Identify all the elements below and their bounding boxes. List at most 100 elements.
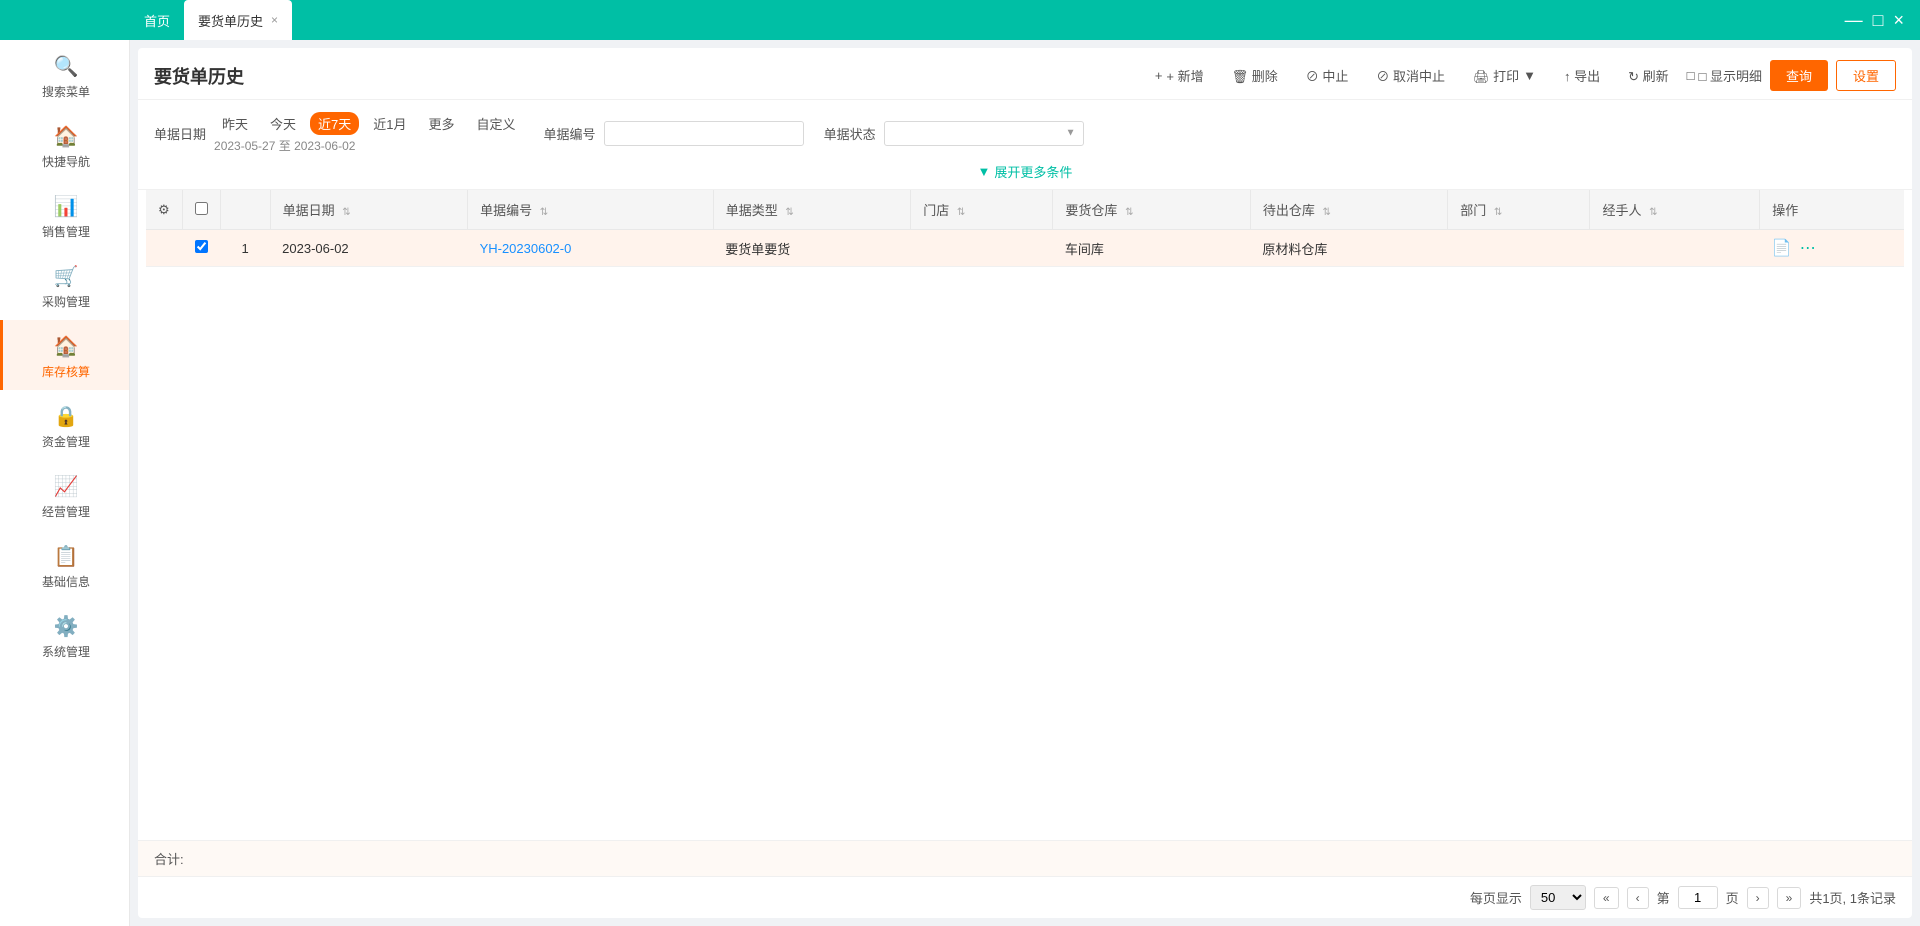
stop-button[interactable]: ⊘ 中止 xyxy=(1296,61,1359,90)
sidebar-item-purchase-mgmt[interactable]: 🛒 采购管理 xyxy=(0,250,129,320)
edit-icon[interactable]: 📄 xyxy=(1772,238,1792,258)
select-all-checkbox[interactable] xyxy=(195,202,208,215)
sidebar-item-operation-mgmt[interactable]: 📈 经营管理 xyxy=(0,460,129,530)
print-button[interactable]: 🖨 打印 ▼ xyxy=(1463,61,1546,90)
inventory-icon: 🏠 xyxy=(54,334,79,359)
sidebar-item-inventory-calc[interactable]: 🏠 库存核算 xyxy=(0,320,129,390)
sidebar-item-basic-info[interactable]: 📋 基础信息 xyxy=(0,530,129,600)
first-page-button[interactable]: « xyxy=(1594,887,1619,909)
per-page-select[interactable]: 50 10 20 100 xyxy=(1530,885,1586,910)
sidebar-item-system-mgmt[interactable]: ⚙️ 系统管理 xyxy=(0,600,129,670)
date-today[interactable]: 今天 xyxy=(262,112,304,135)
sidebar: 🔍 搜索菜单 🏠 快捷导航 📊 销售管理 🛒 采购管理 🏠 库存核算 🔒 资金管… xyxy=(0,40,130,926)
content-area: 要货单历史 + + 新增 🗑 删除 ⊘ 中止 ⊘ 取消中止 🖨 打印 ▼ xyxy=(138,48,1912,918)
sidebar-item-label: 基础信息 xyxy=(42,573,90,590)
checkbox-icon: □ xyxy=(1687,68,1695,83)
doc-status-select[interactable] xyxy=(884,121,1084,146)
sidebar-item-label: 系统管理 xyxy=(42,643,90,660)
settings-button[interactable]: 设置 xyxy=(1836,60,1896,91)
row-doc-type: 要货单要货 xyxy=(713,230,910,267)
doc-status-label: 单据状态 xyxy=(824,124,876,143)
sidebar-item-search-menu[interactable]: 🔍 搜索菜单 xyxy=(0,40,129,110)
date-more[interactable]: 更多 xyxy=(421,112,463,135)
maximize-icon[interactable]: □ xyxy=(1873,10,1884,31)
date-yesterday[interactable]: 昨天 xyxy=(214,112,256,135)
print-dropdown-icon: ▼ xyxy=(1523,68,1536,83)
tab-home[interactable]: 首页 xyxy=(130,0,184,40)
filter-row: 单据日期 昨天 今天 近7天 近1月 更多 自定义 2023-05-27 至 2… xyxy=(154,112,1896,154)
col-doc-number[interactable]: 单据编号 ⇅ xyxy=(468,190,714,230)
doc-number-link[interactable]: YH-20230602-0 xyxy=(480,241,572,256)
query-button[interactable]: 查询 xyxy=(1770,60,1828,91)
date-custom[interactable]: 自定义 xyxy=(469,112,524,135)
new-button[interactable]: + + 新增 xyxy=(1145,61,1214,90)
display-detail-toggle[interactable]: □ □ 显示明细 xyxy=(1687,66,1762,85)
export-button[interactable]: ↑ 导出 xyxy=(1554,61,1610,90)
table-container: ⚙ 单据日期 ⇅ 单据编号 ⇅ xyxy=(138,190,1912,840)
main-layout: 🔍 搜索菜单 🏠 快捷导航 📊 销售管理 🛒 采购管理 🏠 库存核算 🔒 资金管… xyxy=(0,40,1920,926)
last-page-button[interactable]: » xyxy=(1777,887,1802,909)
action-icons-group: 📄 ⋯ xyxy=(1772,238,1892,258)
purchase-icon: 🛒 xyxy=(54,264,79,289)
tab-requisition-label: 要货单历史 xyxy=(198,11,263,30)
row-pending-warehouse: 原材料仓库 xyxy=(1250,230,1447,267)
window-controls: — □ × xyxy=(1845,10,1920,31)
sort-icon-req-warehouse: ⇅ xyxy=(1125,207,1133,218)
footer-summary: 合计: xyxy=(138,840,1912,876)
new-label: + 新增 xyxy=(1166,66,1203,85)
sidebar-item-label: 经营管理 xyxy=(42,503,90,520)
tab-close-icon[interactable]: × xyxy=(271,13,278,27)
sort-icon-doc-number: ⇅ xyxy=(540,207,548,218)
date-shortcuts: 昨天 今天 近7天 近1月 更多 自定义 xyxy=(214,112,524,135)
sidebar-item-sales-mgmt[interactable]: 📊 销售管理 xyxy=(0,180,129,250)
display-detail-label: □ 显示明细 xyxy=(1699,66,1762,85)
table-row: 1 2023-06-02 YH-20230602-0 要货单要货 车间库 原材料… xyxy=(146,230,1904,267)
cancel-stop-label: ⊘ 取消中止 xyxy=(1376,66,1445,85)
sort-icon-handler: ⇅ xyxy=(1649,207,1657,218)
delete-label: 🗑 删除 xyxy=(1232,66,1278,85)
row-checkbox-cell[interactable] xyxy=(182,230,220,267)
cancel-stop-button[interactable]: ⊘ 取消中止 xyxy=(1366,61,1455,90)
toolbar: + + 新增 🗑 删除 ⊘ 中止 ⊘ 取消中止 🖨 打印 ▼ ↑ 导出 xyxy=(1145,60,1896,91)
page-label: 第 xyxy=(1657,888,1670,907)
expand-more-button[interactable]: ▼ 展开更多条件 xyxy=(978,162,1073,181)
col-checkbox[interactable] xyxy=(182,190,220,230)
col-store[interactable]: 门店 ⇅ xyxy=(911,190,1053,230)
date-filter-label: 单据日期 xyxy=(154,124,206,143)
basic-info-icon: 📋 xyxy=(54,544,79,569)
col-actions: 操作 xyxy=(1760,190,1904,230)
more-icon[interactable]: ⋯ xyxy=(1800,238,1816,258)
sort-icon-doc-date: ⇅ xyxy=(342,207,350,218)
page-input[interactable] xyxy=(1678,886,1718,909)
search-menu-icon: 🔍 xyxy=(54,54,79,79)
doc-status-filter-group: 单据状态 xyxy=(824,121,1084,146)
col-settings[interactable]: ⚙ xyxy=(146,190,182,230)
sidebar-item-label: 销售管理 xyxy=(42,223,90,240)
expand-label: 展开更多条件 xyxy=(994,162,1072,181)
window-close-icon[interactable]: × xyxy=(1893,10,1904,31)
page-title: 要货单历史 xyxy=(154,63,244,89)
sidebar-item-label: 库存核算 xyxy=(42,363,90,380)
refresh-button[interactable]: ↻ 刷新 xyxy=(1618,61,1679,90)
col-doc-date[interactable]: 单据日期 ⇅ xyxy=(270,190,467,230)
tab-requisition-history[interactable]: 要货单历史 × xyxy=(184,0,292,40)
col-pending-warehouse[interactable]: 待出仓库 ⇅ xyxy=(1250,190,1447,230)
date-last7days[interactable]: 近7天 xyxy=(310,112,359,135)
row-actions: 📄 ⋯ xyxy=(1760,230,1904,267)
col-doc-type[interactable]: 单据类型 ⇅ xyxy=(713,190,910,230)
next-page-button[interactable]: › xyxy=(1747,887,1769,909)
date-last1month[interactable]: 近1月 xyxy=(365,112,414,135)
doc-number-input[interactable] xyxy=(604,121,804,146)
row-req-warehouse: 车间库 xyxy=(1053,230,1250,267)
row-checkbox[interactable] xyxy=(195,240,208,253)
expand-icon: ▼ xyxy=(978,164,991,179)
delete-button[interactable]: 🗑 删除 xyxy=(1222,61,1288,90)
sidebar-item-quick-nav[interactable]: 🏠 快捷导航 xyxy=(0,110,129,180)
sidebar-item-finance-mgmt[interactable]: 🔒 资金管理 xyxy=(0,390,129,460)
page-header: 要货单历史 + + 新增 🗑 删除 ⊘ 中止 ⊘ 取消中止 🖨 打印 ▼ xyxy=(138,48,1912,100)
col-department[interactable]: 部门 ⇅ xyxy=(1448,190,1590,230)
col-req-warehouse[interactable]: 要货仓库 ⇅ xyxy=(1053,190,1250,230)
minimize-icon[interactable]: — xyxy=(1845,10,1863,31)
prev-page-button[interactable]: ‹ xyxy=(1627,887,1649,909)
col-handler[interactable]: 经手人 ⇅ xyxy=(1590,190,1760,230)
